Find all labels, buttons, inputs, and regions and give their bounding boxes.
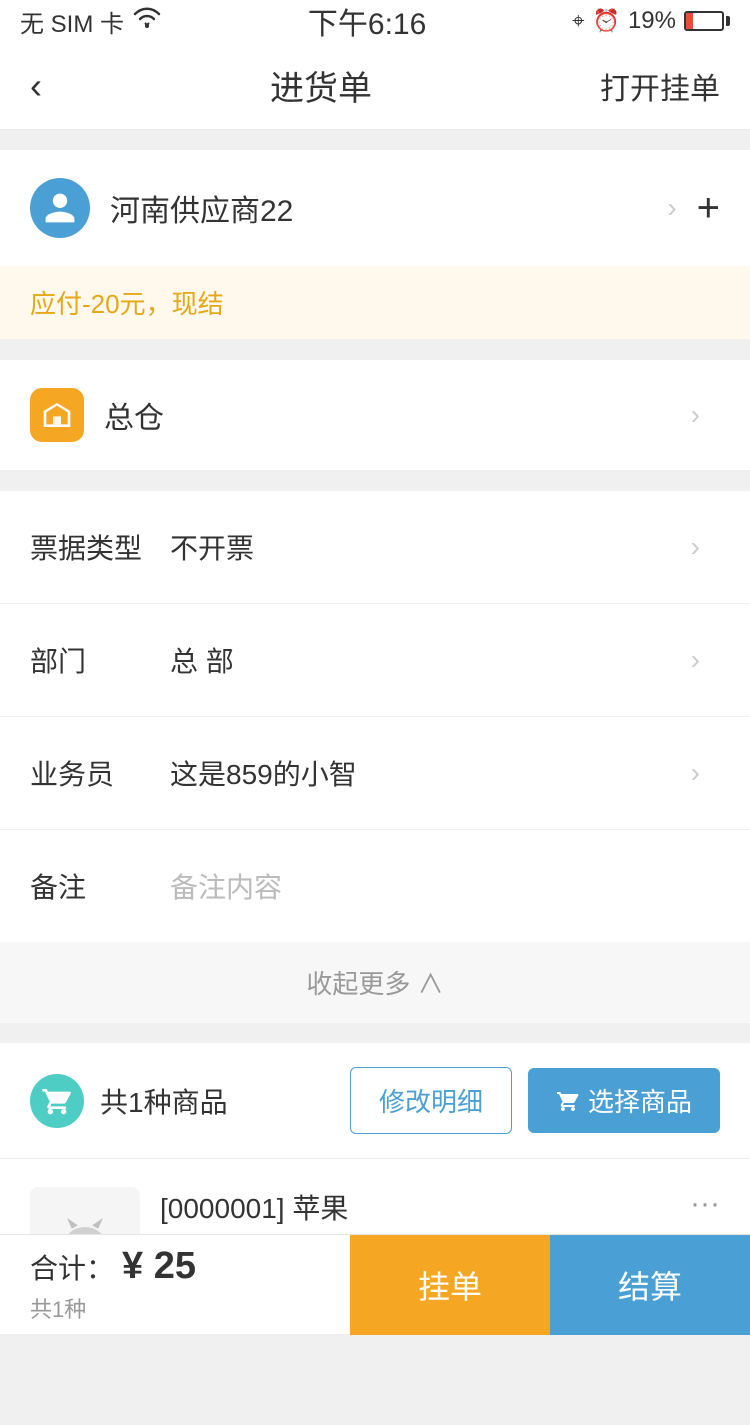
total-main: 合计： ¥ 25 [30, 1245, 320, 1288]
collapse-label: 收起更多 ∧ [306, 964, 443, 1001]
battery-percent: 19% [628, 7, 676, 35]
battery-indicator [684, 11, 730, 31]
gap-4 [0, 1023, 750, 1043]
product-name-label: [0000001] 苹果 [160, 1187, 670, 1227]
invoice-value: 不开票 [170, 527, 691, 567]
invoice-label: 票据类型 [30, 527, 150, 567]
add-button[interactable]: + [697, 186, 720, 231]
form-section: 票据类型 不开票 › 部门 总 部 › 业务员 这是859的小智 › 备注 备注… [0, 490, 750, 942]
chevron-right-icon: › [667, 192, 676, 224]
supplier-avatar [30, 178, 90, 238]
form-row-invoice[interactable]: 票据类型 不开票 › [0, 490, 750, 603]
open-hang-button[interactable]: 打开挂单 [600, 64, 720, 108]
select-product-button[interactable]: 选择商品 [528, 1068, 720, 1133]
total-sub: 共1种 [30, 1292, 320, 1324]
warehouse-name-label: 总仓 [104, 393, 691, 437]
dept-value: 总 部 [170, 640, 691, 680]
alarm-icon: ⏰ [593, 8, 620, 34]
form-row-dept[interactable]: 部门 总 部 › [0, 603, 750, 716]
gap-1 [0, 130, 750, 150]
footer: 合计： ¥ 25 共1种 挂单 结算 [0, 1234, 750, 1334]
page-title: 进货单 [270, 61, 372, 110]
salesperson-label: 业务员 [30, 753, 150, 793]
remark-label: 备注 [30, 866, 150, 906]
status-left: 无 SIM 卡 [20, 4, 162, 39]
dept-label: 部门 [30, 640, 150, 680]
cart-icon [556, 1089, 580, 1113]
settle-label: 结算 [618, 1262, 682, 1308]
supplier-card: 河南供应商22 › + [0, 150, 750, 266]
back-button[interactable]: ‹ [30, 65, 42, 107]
form-row-remark[interactable]: 备注 备注内容 [0, 829, 750, 942]
gap-2 [0, 339, 750, 359]
location-icon: ⌖ [572, 8, 584, 34]
total-label: 合计： [30, 1247, 114, 1287]
products-icon-wrap [30, 1074, 84, 1128]
warehouse-icon-wrap [30, 388, 84, 442]
person-icon [42, 190, 78, 226]
hang-label: 挂单 [418, 1262, 482, 1308]
supplier-row[interactable]: 河南供应商22 › + [30, 150, 720, 266]
salesperson-value: 这是859的小智 [170, 753, 691, 793]
dept-chevron-icon: › [691, 644, 700, 676]
product-count-label: 共1种商品 [100, 1081, 334, 1121]
wifi-icon [132, 7, 162, 36]
product-more-button[interactable]: ··· [690, 1187, 720, 1221]
salesperson-chevron-icon: › [691, 757, 700, 789]
products-header: 共1种商品 修改明细 选择商品 [0, 1043, 750, 1158]
warehouse-chevron-icon: › [691, 399, 700, 431]
remark-placeholder: 备注内容 [170, 866, 720, 906]
time-label: 下午6:16 [308, 0, 426, 43]
invoice-chevron-icon: › [691, 531, 700, 563]
warehouse-icon [41, 399, 73, 431]
products-icon [41, 1085, 73, 1117]
network-label: 无 SIM 卡 [20, 4, 124, 39]
warning-banner: 应付-20元，现结 [0, 266, 750, 339]
collapse-row[interactable]: 收起更多 ∧ [0, 942, 750, 1023]
select-product-label: 选择商品 [588, 1082, 692, 1119]
edit-detail-button[interactable]: 修改明细 [350, 1067, 512, 1134]
settle-button[interactable]: 结算 [550, 1235, 750, 1335]
total-amount: ¥ 25 [122, 1245, 196, 1288]
gap-3 [0, 470, 750, 490]
nav-bar: ‹ 进货单 打开挂单 [0, 42, 750, 130]
hang-button[interactable]: 挂单 [350, 1235, 550, 1335]
footer-total: 合计： ¥ 25 共1种 [0, 1245, 350, 1324]
status-bar: 无 SIM 卡 下午6:16 ⌖ ⏰ 19% [0, 0, 750, 42]
form-row-salesperson[interactable]: 业务员 这是859的小智 › [0, 716, 750, 829]
supplier-name-label: 河南供应商22 [110, 186, 667, 230]
status-right: ⌖ ⏰ 19% [572, 7, 730, 35]
warehouse-row[interactable]: 总仓 › [0, 359, 750, 470]
